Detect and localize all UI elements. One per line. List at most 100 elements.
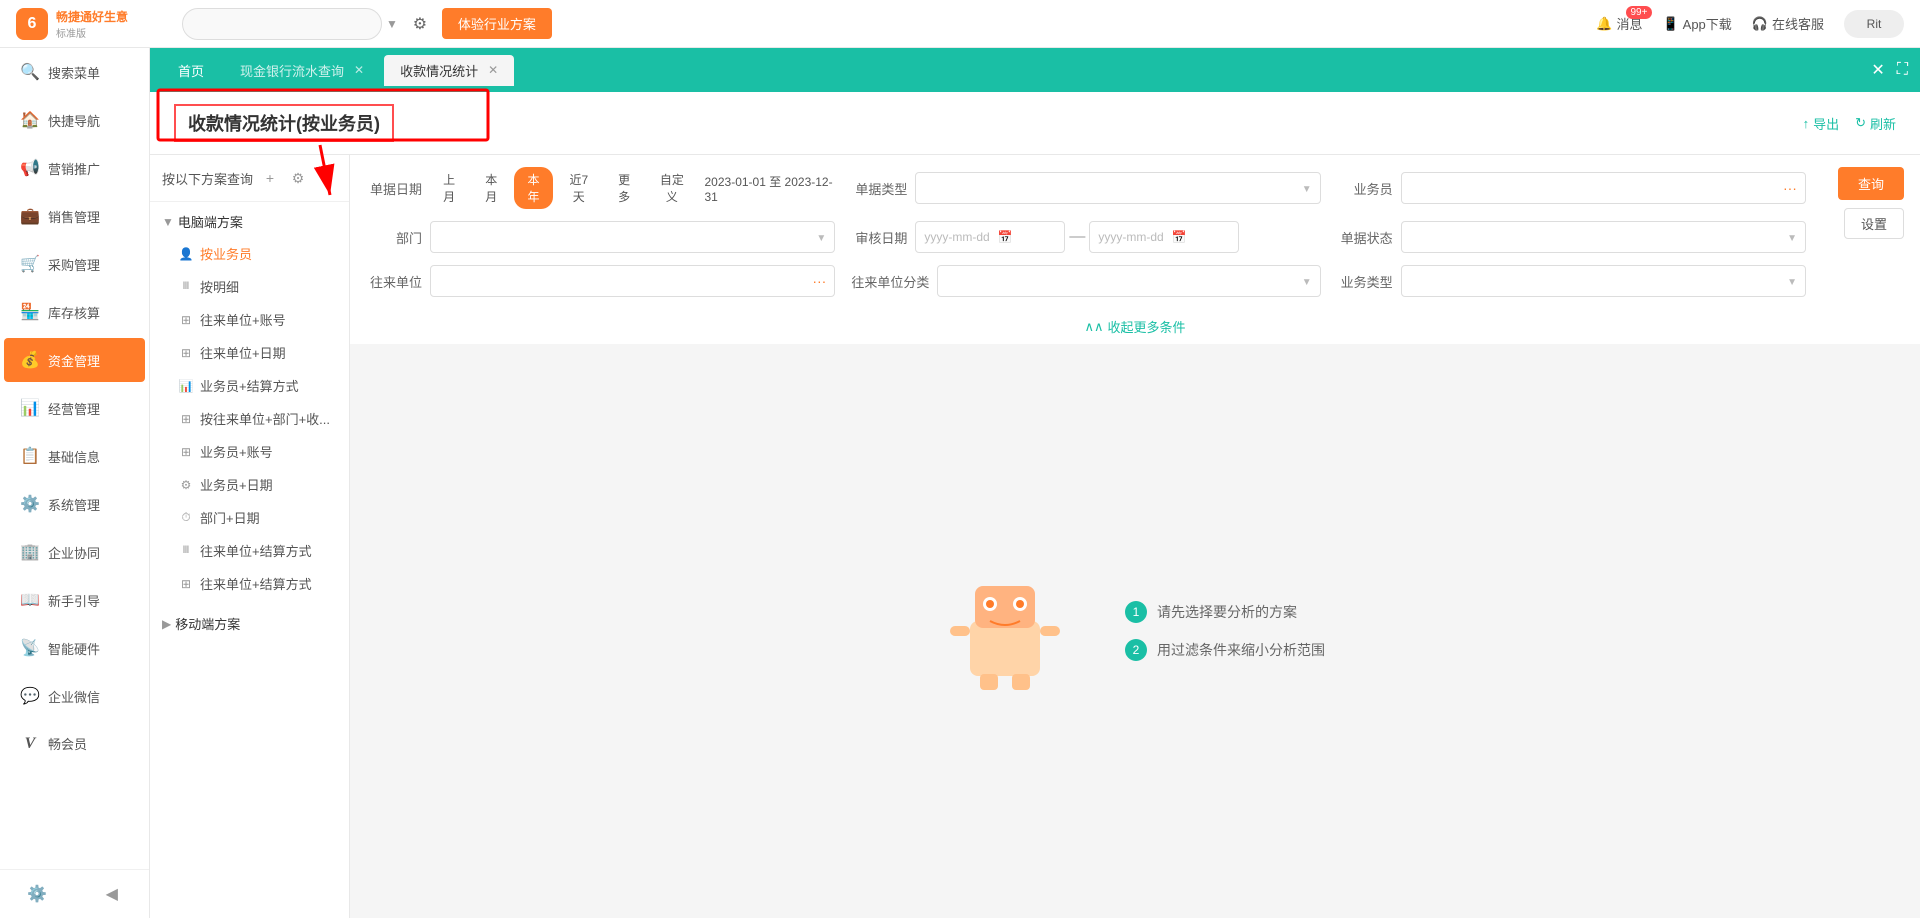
sidebar-item-finance[interactable]: 💰 资金管理 xyxy=(4,338,145,382)
scheme-item-partner-date[interactable]: ⊞ 往来单位+日期 xyxy=(150,336,349,369)
sidebar-item-smart-hw[interactable]: 📡 智能硬件 xyxy=(4,626,145,670)
sidebar-bottom: ⚙️ ◀ xyxy=(0,869,149,918)
messages-button[interactable]: 🔔 消息 99+ xyxy=(1596,14,1642,33)
date-btn-7days[interactable]: 近7天 xyxy=(557,167,601,209)
export-button[interactable]: ↑ 导出 xyxy=(1803,114,1840,133)
sidebar-item-search[interactable]: 🔍 搜索菜单 xyxy=(4,50,145,94)
search-dropdown-icon[interactable]: ▼ xyxy=(386,17,398,31)
wechat-icon: 💬 xyxy=(20,686,40,706)
detail-scheme-icon: Ⅲ xyxy=(178,279,194,295)
sidebar-collapse-button[interactable]: ◀ xyxy=(96,878,128,910)
partner-input[interactable]: ··· xyxy=(430,265,835,297)
filter-field-row-dept: 部门 审核日期 xyxy=(366,221,1806,253)
sidebar-item-marketing[interactable]: 📢 营销推广 xyxy=(4,146,145,190)
sidebar-item-basic-info[interactable]: 📋 基础信息 xyxy=(4,434,145,478)
partner-settlement1-icon: Ⅲ xyxy=(178,543,194,559)
tab-close-all-icon[interactable]: ✕ xyxy=(1871,60,1884,80)
page-title: 收款情况统计(按业务员) xyxy=(174,104,394,142)
sidebar-item-quick-nav[interactable]: 🏠 快捷导航 xyxy=(4,98,145,142)
date-btn-custom[interactable]: 自定义 xyxy=(647,167,696,209)
receipt-stats-close-icon[interactable]: ✕ xyxy=(488,63,498,77)
tab-expand-icon[interactable]: ⛶ xyxy=(1897,61,1908,79)
page-header: 收款情况统计(按业务员) ↑ 导出 ↻ 刷新 xyxy=(150,92,1920,155)
system-icon: ⚙️ xyxy=(20,494,40,514)
search-input[interactable] xyxy=(182,8,382,40)
salesperson-date-icon: ⚙ xyxy=(178,477,194,493)
trial-button[interactable]: 体验行业方案 xyxy=(442,8,552,39)
tab-home[interactable]: 首页 xyxy=(162,55,220,86)
partner-settlement2-icon: ⊞ xyxy=(178,576,194,592)
voucher-type-chevron-icon xyxy=(1302,181,1312,195)
audit-date-end-input[interactable]: yyyy-mm-dd 📅 xyxy=(1089,221,1239,253)
partner-classification-select[interactable] xyxy=(937,265,1320,297)
tab-receipt-stats[interactable]: 收款情况统计 ✕ xyxy=(384,55,514,86)
sidebar-item-system[interactable]: ⚙️ 系统管理 xyxy=(4,482,145,526)
audit-date-start-input[interactable]: yyyy-mm-dd 📅 xyxy=(915,221,1065,253)
sidebar-item-enterprise[interactable]: 🏢 企业协同 xyxy=(4,530,145,574)
scheme-collapse-button[interactable]: « xyxy=(315,167,337,189)
query-button[interactable]: 查询 xyxy=(1838,167,1904,200)
audit-date-start-calendar-icon[interactable]: 📅 xyxy=(998,230,1013,244)
partner-classification-group: 往来单位分类 xyxy=(851,265,1320,297)
date-btn-last-month[interactable]: 上月 xyxy=(430,167,468,209)
scheme-item-dept-date[interactable]: ⏱ 部门+日期 xyxy=(150,501,349,534)
empty-state: 1 请先选择要分析的方案 2 用过滤条件来缩小分析范围 xyxy=(350,344,1920,918)
date-btn-more[interactable]: 更多 xyxy=(605,167,643,209)
filter-settings-button[interactable]: 设置 xyxy=(1844,208,1904,239)
salesperson-more-icon[interactable]: ··· xyxy=(1783,180,1797,196)
scheme-add-button[interactable]: + xyxy=(259,167,281,189)
user-avatar[interactable]: Rit xyxy=(1844,10,1904,38)
sidebar-label-operations: 经营管理 xyxy=(48,399,100,418)
sidebar-item-inventory[interactable]: 🏪 库存核算 xyxy=(4,290,145,334)
scheme-item-partner-settlement2[interactable]: ⊞ 往来单位+结算方式 xyxy=(150,567,349,600)
date-btn-this-year[interactable]: 本年 xyxy=(514,167,552,209)
biz-type-select[interactable] xyxy=(1401,265,1806,297)
robot-svg xyxy=(945,566,1065,696)
scheme-item-detail[interactable]: Ⅲ 按明细 xyxy=(150,270,349,303)
sidebar-settings-button[interactable]: ⚙️ xyxy=(21,878,53,910)
date-btn-this-month[interactable]: 本月 xyxy=(472,167,510,209)
audit-date-end-calendar-icon[interactable]: 📅 xyxy=(1172,230,1187,244)
scheme-item-by-salesperson[interactable]: 👤 按业务员 xyxy=(150,237,349,270)
sidebar-item-membership[interactable]: V 畅会员 xyxy=(4,722,145,765)
dept-select[interactable] xyxy=(430,221,835,253)
online-service-button[interactable]: 🎧 在线客服 xyxy=(1752,14,1824,33)
biz-type-label: 业务类型 xyxy=(1337,272,1393,291)
collapse-more-button[interactable]: ∧∧ 收起更多条件 xyxy=(350,309,1920,344)
scheme-item-partner-dept[interactable]: ⊞ 按往来单位+部门+收... xyxy=(150,402,349,435)
bank-flow-close-icon[interactable]: ✕ xyxy=(354,63,364,77)
dept-field-group: 部门 xyxy=(366,221,835,253)
settings-icon[interactable]: ⚙ xyxy=(406,10,434,38)
voucher-status-select[interactable] xyxy=(1401,221,1806,253)
voucher-type-select[interactable] xyxy=(915,172,1320,204)
page-content: 收款情况统计(按业务员) ↑ 导出 ↻ 刷新 按以下方 xyxy=(150,92,1920,918)
filter-field-row-partner: 往来单位 ··· 往来单位分类 xyxy=(366,265,1806,297)
partner-more-icon[interactable]: ··· xyxy=(812,273,826,289)
membership-icon: V xyxy=(20,735,40,753)
sidebar-label-purchase: 采购管理 xyxy=(48,255,100,274)
mobile-group-arrow-icon: ▶ xyxy=(162,617,171,631)
sidebar-item-operations[interactable]: 📊 经营管理 xyxy=(4,386,145,430)
tab-bank-flow[interactable]: 现金银行流水查询 ✕ xyxy=(224,55,380,86)
scheme-settings-button[interactable]: ⚙ xyxy=(287,167,309,189)
voucher-status-label: 单据状态 xyxy=(1337,228,1393,247)
salesperson-select[interactable]: ··· xyxy=(1401,172,1806,204)
search-icon: 🔍 xyxy=(20,62,40,82)
scheme-item-salesperson-account[interactable]: ⊞ 业务员+账号 xyxy=(150,435,349,468)
sidebar-item-purchase[interactable]: 🛒 采购管理 xyxy=(4,242,145,286)
sidebar-item-beginner[interactable]: 📖 新手引导 xyxy=(4,578,145,622)
scheme-header-actions: + ⚙ « xyxy=(259,167,337,189)
scheme-item-salesperson-settlement[interactable]: 📊 业务员+结算方式 xyxy=(150,369,349,402)
refresh-button[interactable]: ↻ 刷新 xyxy=(1855,114,1896,133)
sidebar: 🔍 搜索菜单 🏠 快捷导航 📢 营销推广 💼 销售管理 🛒 采购管理 🏪 库存核… xyxy=(0,48,150,918)
scheme-item-partner-settlement1[interactable]: Ⅲ 往来单位+结算方式 xyxy=(150,534,349,567)
scheme-group-mobile-title[interactable]: ▶ 移动端方案 xyxy=(150,608,349,639)
scheme-group-desktop-title[interactable]: ▼ 电脑端方案 xyxy=(150,206,349,237)
sidebar-label-inventory: 库存核算 xyxy=(48,303,100,322)
sidebar-item-wechat[interactable]: 💬 企业微信 xyxy=(4,674,145,718)
app-download-button[interactable]: 📱 App下载 xyxy=(1662,14,1731,33)
scheme-item-salesperson-date[interactable]: ⚙ 业务员+日期 xyxy=(150,468,349,501)
scheme-item-partner-account[interactable]: ⊞ 往来单位+账号 xyxy=(150,303,349,336)
sidebar-label-smart-hw: 智能硬件 xyxy=(48,639,100,658)
sidebar-item-sales[interactable]: 💼 销售管理 xyxy=(4,194,145,238)
